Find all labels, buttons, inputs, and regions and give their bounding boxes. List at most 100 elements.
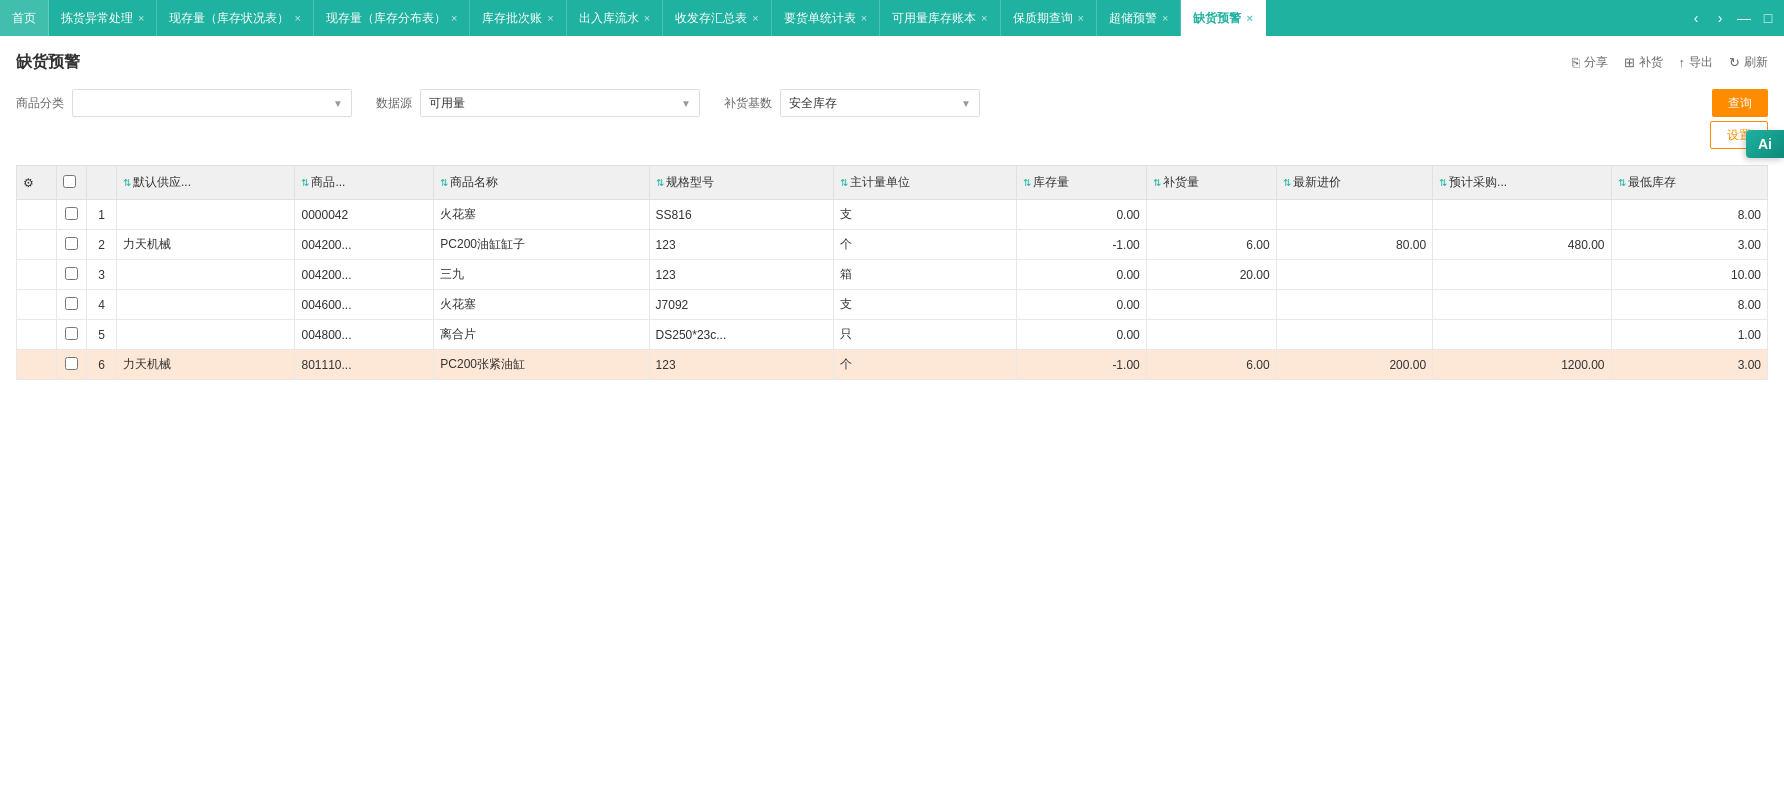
settings-gear-th[interactable]: ⚙ xyxy=(17,166,57,200)
refresh-icon: ↻ xyxy=(1729,55,1740,70)
tab-expiry[interactable]: 保质期查询 × xyxy=(1001,0,1097,36)
row-checkbox[interactable] xyxy=(65,297,78,310)
col-est-purchase[interactable]: ⇅ 预计采购... xyxy=(1433,166,1611,200)
tab-close-order-stat[interactable]: × xyxy=(861,12,867,24)
sort-stock[interactable]: ⇅ 库存量 xyxy=(1023,174,1069,191)
replenish-icon: ⊞ xyxy=(1624,55,1635,70)
row-checkbox[interactable] xyxy=(65,237,78,250)
refresh-button[interactable]: ↻ 刷新 xyxy=(1729,54,1768,71)
tab-close-abnormal[interactable]: × xyxy=(138,12,144,24)
ai-badge[interactable]: Ai xyxy=(1746,130,1784,158)
col-product-code[interactable]: ⇅ 商品... xyxy=(295,166,434,200)
col-min-stock[interactable]: ⇅ 最低库存 xyxy=(1611,166,1767,200)
header-actions: ⎘ 分享 ⊞ 补货 ↑ 导出 ↻ 刷新 xyxy=(1572,54,1769,71)
table-body: 10000042火花塞SS816支0.008.002力天机械004200...P… xyxy=(17,200,1768,380)
tab-available-ledger[interactable]: 可用量库存账本 × xyxy=(880,0,1000,36)
latest-price-sort-icon: ⇅ xyxy=(1283,177,1291,188)
sort-min-stock[interactable]: ⇅ 最低库存 xyxy=(1618,174,1676,191)
table-row: 4004600...火花塞J7092支0.008.00 xyxy=(17,290,1768,320)
share-button[interactable]: ⎘ 分享 xyxy=(1572,54,1608,71)
filter-group-datasource: 数据源 可用量 ▼ xyxy=(376,89,700,117)
data-table: ⚙ ⇅ 默认供应... ⇅ 商品... xyxy=(16,165,1768,380)
unit-sort-icon: ⇅ xyxy=(840,177,848,188)
datasource-select[interactable]: 可用量 ▼ xyxy=(420,89,700,117)
sort-product-code[interactable]: ⇅ 商品... xyxy=(301,174,345,191)
row-num-th xyxy=(87,166,117,200)
table-row: 6力天机械801110...PC200张紧油缸123个-1.006.00200.… xyxy=(17,350,1768,380)
col-replenish-qty[interactable]: ⇅ 补货量 xyxy=(1146,166,1276,200)
tab-close-batch-account[interactable]: × xyxy=(547,12,553,24)
col-latest-price[interactable]: ⇅ 最新进价 xyxy=(1276,166,1432,200)
spec-sort-icon: ⇅ xyxy=(656,177,664,188)
filter-group-replenish-base: 补货基数 安全库存 ▼ xyxy=(724,89,980,117)
query-button[interactable]: 查询 xyxy=(1712,89,1768,117)
col-unit[interactable]: ⇅ 主计量单位 xyxy=(833,166,1016,200)
category-select[interactable]: ▼ xyxy=(72,89,352,117)
min-stock-sort-icon: ⇅ xyxy=(1618,177,1626,188)
datasource-label: 数据源 xyxy=(376,95,412,112)
select-all-checkbox[interactable] xyxy=(63,175,76,188)
sort-product-name[interactable]: ⇅ 商品名称 xyxy=(440,174,498,191)
col-supplier[interactable]: ⇅ 默认供应... xyxy=(117,166,295,200)
tab-order-stat[interactable]: 要货单统计表 × xyxy=(772,0,880,36)
category-label: 商品分类 xyxy=(16,95,64,112)
tab-inventory-dist[interactable]: 现存量（库存分布表） × xyxy=(314,0,470,36)
filter-row: 商品分类 ▼ 数据源 可用量 ▼ 补货基数 xyxy=(16,89,1710,117)
tab-nav-buttons: ‹ › — □ xyxy=(1684,6,1784,30)
share-icon: ⎘ xyxy=(1572,55,1580,70)
replenish-base-select[interactable]: 安全库存 ▼ xyxy=(780,89,980,117)
replenish-base-value: 安全库存 xyxy=(789,95,837,112)
tab-abnormal[interactable]: 拣货异常处理 × xyxy=(49,0,157,36)
tab-bar: 首页 拣货异常处理 × 现存量（库存状况表） × 现存量（库存分布表） × 库存… xyxy=(0,0,1784,36)
sort-spec[interactable]: ⇅ 规格型号 xyxy=(656,174,714,191)
table-header-row: ⚙ ⇅ 默认供应... ⇅ 商品... xyxy=(17,166,1768,200)
page-title: 缺货预警 xyxy=(16,52,80,73)
product-code-sort-icon: ⇅ xyxy=(301,177,309,188)
tab-close-shortage[interactable]: × xyxy=(1246,12,1252,24)
row-checkbox[interactable] xyxy=(65,357,78,370)
tab-inout-flow[interactable]: 出入库流水 × xyxy=(567,0,663,36)
col-stock[interactable]: ⇅ 库存量 xyxy=(1016,166,1146,200)
tab-shortage[interactable]: 缺货预警 × xyxy=(1181,0,1265,36)
tab-minimize[interactable]: — xyxy=(1732,6,1756,30)
replenish-base-dropdown-icon: ▼ xyxy=(961,98,971,109)
est-purchase-sort-icon: ⇅ xyxy=(1439,177,1447,188)
row-checkbox[interactable] xyxy=(65,207,78,220)
sort-supplier[interactable]: ⇅ 默认供应... xyxy=(123,174,191,191)
col-spec[interactable]: ⇅ 规格型号 xyxy=(649,166,833,200)
replenish-button[interactable]: ⊞ 补货 xyxy=(1624,54,1663,71)
product-name-sort-icon: ⇅ xyxy=(440,177,448,188)
tab-nav-next[interactable]: › xyxy=(1708,6,1732,30)
select-all-th[interactable] xyxy=(57,166,87,200)
tab-batch-account[interactable]: 库存批次账 × xyxy=(470,0,566,36)
main-content: 缺货预警 ⎘ 分享 ⊞ 补货 ↑ 导出 ↻ 刷新 xyxy=(0,36,1784,796)
gear-icon: ⚙ xyxy=(23,176,34,190)
datasource-dropdown-icon: ▼ xyxy=(681,98,691,109)
tab-close-inout-flow[interactable]: × xyxy=(644,12,650,24)
tab-close-inventory-status[interactable]: × xyxy=(294,12,300,24)
row-checkbox[interactable] xyxy=(65,267,78,280)
row-checkbox[interactable] xyxy=(65,327,78,340)
sort-replenish-qty[interactable]: ⇅ 补货量 xyxy=(1153,174,1199,191)
tab-maximize[interactable]: □ xyxy=(1756,6,1780,30)
tab-close-receive-summary[interactable]: × xyxy=(752,12,758,24)
sort-unit[interactable]: ⇅ 主计量单位 xyxy=(840,174,910,191)
tab-close-expiry[interactable]: × xyxy=(1078,12,1084,24)
tab-overstock[interactable]: 超储预警 × xyxy=(1097,0,1181,36)
tab-receive-summary[interactable]: 收发存汇总表 × xyxy=(663,0,771,36)
tab-close-overstock[interactable]: × xyxy=(1162,12,1168,24)
col-product-name[interactable]: ⇅ 商品名称 xyxy=(434,166,649,200)
table-row: 10000042火花塞SS816支0.008.00 xyxy=(17,200,1768,230)
sort-latest-price[interactable]: ⇅ 最新进价 xyxy=(1283,174,1341,191)
category-dropdown-icon: ▼ xyxy=(333,98,343,109)
sort-est-purchase[interactable]: ⇅ 预计采购... xyxy=(1439,174,1507,191)
export-button[interactable]: ↑ 导出 xyxy=(1679,54,1714,71)
tab-close-inventory-dist[interactable]: × xyxy=(451,12,457,24)
tab-inventory-status[interactable]: 现存量（库存状况表） × xyxy=(157,0,313,36)
table-row: 5004800...离合片DS250*23c...只0.001.00 xyxy=(17,320,1768,350)
tab-close-available-ledger[interactable]: × xyxy=(981,12,987,24)
tab-home[interactable]: 首页 xyxy=(0,0,49,36)
datasource-value: 可用量 xyxy=(429,95,465,112)
tab-nav-prev[interactable]: ‹ xyxy=(1684,6,1708,30)
table-row: 2力天机械004200...PC200油缸缸子123个-1.006.0080.0… xyxy=(17,230,1768,260)
